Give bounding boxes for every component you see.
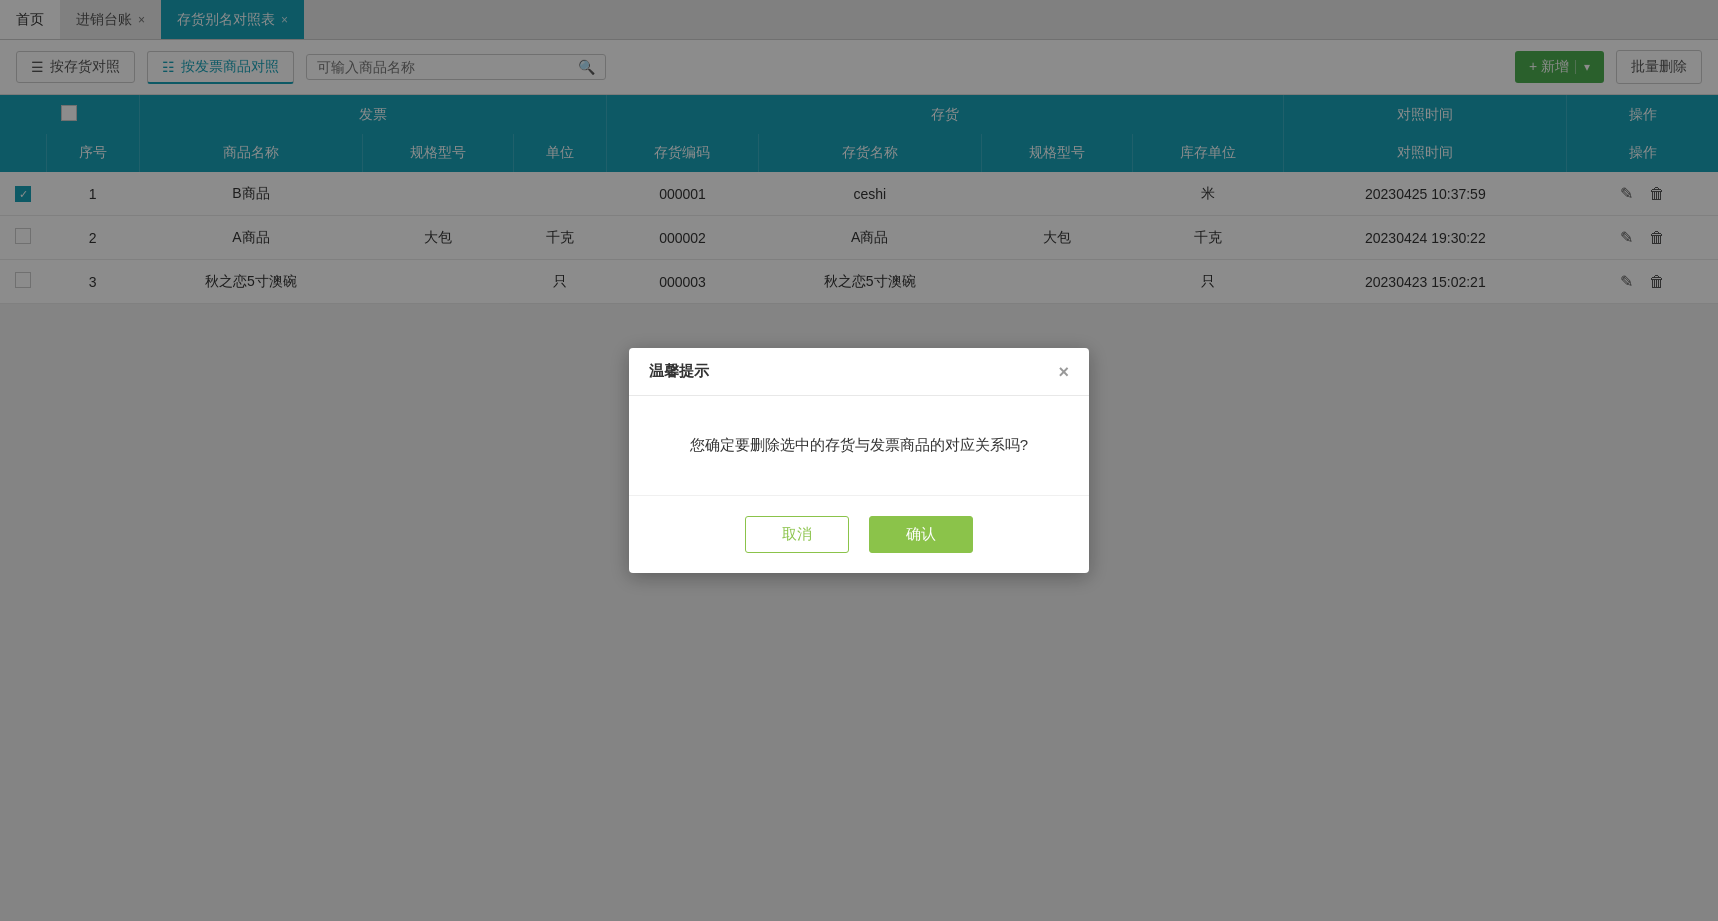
- dialog-overlay: 温馨提示 × 您确定要删除选中的存货与发票商品的对应关系吗? 取消 确认: [0, 0, 1718, 304]
